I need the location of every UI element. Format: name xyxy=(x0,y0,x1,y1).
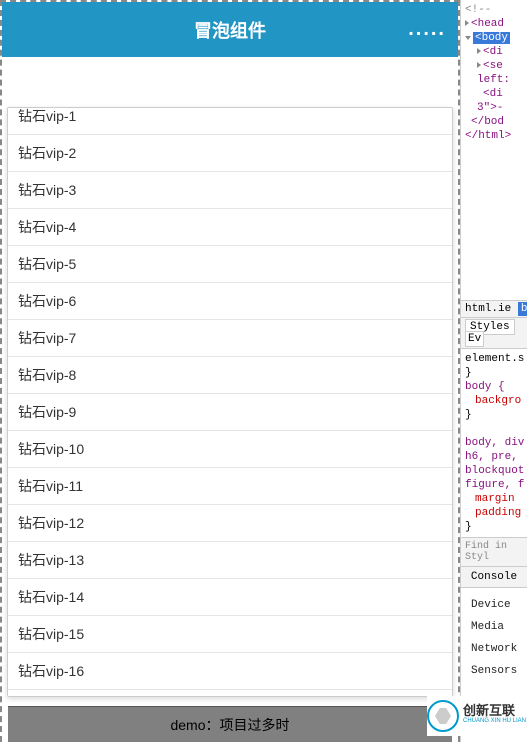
expand-icon[interactable] xyxy=(477,48,481,54)
list-item[interactable]: 钻石vip-7 xyxy=(8,320,452,357)
list-item[interactable]: 钻石vip-17 xyxy=(8,690,452,697)
dom-tree[interactable]: <!-- <head <body <di <se left: <di 3">- … xyxy=(461,0,527,300)
dom-node[interactable]: <body xyxy=(465,31,527,45)
css-selector[interactable]: body { xyxy=(465,380,523,394)
css-selector[interactable]: blockquot xyxy=(465,464,523,478)
css-property[interactable]: backgro xyxy=(465,394,523,408)
logo-text: 创新互联 CHUANG XIN HU LIAN xyxy=(463,705,526,727)
dom-node[interactable]: <di xyxy=(465,87,527,101)
list-item[interactable]: 钻石vip-13 xyxy=(8,542,452,579)
devtools-panel: <!-- <head <body <di <se left: <di 3">- … xyxy=(460,0,527,742)
list-item[interactable]: 钻石vip-5 xyxy=(8,246,452,283)
dom-node[interactable]: left: xyxy=(465,73,527,87)
breadcrumb-bar[interactable]: html.ie b xyxy=(461,300,527,318)
list-item[interactable]: 钻石vip-9 xyxy=(8,394,452,431)
footer-bar: demo：项目过多时 xyxy=(8,706,452,742)
dom-node[interactable]: <head xyxy=(465,17,527,31)
styles-pane[interactable]: element.s } body { backgro } body, div h… xyxy=(461,349,527,537)
logo-badge: 创新互联 CHUANG XIN HU LIAN xyxy=(427,696,527,736)
list-item[interactable]: 钻石vip-10 xyxy=(8,431,452,468)
drawer-item-media[interactable]: Media xyxy=(465,616,523,638)
list-item[interactable]: 钻石vip-14 xyxy=(8,579,452,616)
collapse-icon[interactable] xyxy=(465,36,471,40)
drawer-item-network[interactable]: Network xyxy=(465,638,523,660)
css-rule: } xyxy=(465,520,523,534)
footer-text: demo：项目过多时 xyxy=(170,715,289,735)
list-item[interactable]: 钻石vip-4 xyxy=(8,209,452,246)
list-item[interactable]: 钻石vip-8 xyxy=(8,357,452,394)
dom-node[interactable]: <!-- xyxy=(465,3,527,17)
css-selector[interactable]: figure, f xyxy=(465,478,523,492)
css-rule[interactable]: element.s xyxy=(465,352,523,366)
menu-dots-icon[interactable]: ..... xyxy=(408,18,446,41)
dom-node[interactable]: <di xyxy=(465,45,527,59)
tab-events[interactable]: Ev xyxy=(465,331,484,347)
breadcrumb-item[interactable]: html.ie xyxy=(465,303,511,315)
find-in-styles[interactable]: Find in Styl xyxy=(461,537,527,567)
list-item[interactable]: 钻石vip-11 xyxy=(8,468,452,505)
drawer-menu: Device Media Network Sensors xyxy=(461,588,527,688)
css-rule: } xyxy=(465,408,523,422)
css-rule: } xyxy=(465,366,523,380)
mobile-preview-frame: 冒泡组件 ..... 钻石vip-1钻石vip-2钻石vip-3钻石vip-4钻… xyxy=(0,0,460,742)
list-item[interactable]: 钻石vip-2 xyxy=(8,135,452,172)
dom-node[interactable]: 3">- xyxy=(465,101,527,115)
css-selector[interactable]: h6, pre, xyxy=(465,450,523,464)
item-list[interactable]: 钻石vip-1钻石vip-2钻石vip-3钻石vip-4钻石vip-5钻石vip… xyxy=(7,107,453,697)
list-item[interactable]: 钻石vip-15 xyxy=(8,616,452,653)
dom-node[interactable]: </bod xyxy=(465,115,527,129)
logo-icon xyxy=(427,700,459,732)
css-property[interactable]: padding xyxy=(465,506,523,520)
css-selector[interactable]: body, div xyxy=(465,436,523,450)
list-item[interactable]: 钻石vip-3 xyxy=(8,172,452,209)
drawer-item-device[interactable]: Device xyxy=(465,594,523,616)
list-item[interactable]: 钻石vip-12 xyxy=(8,505,452,542)
expand-icon[interactable] xyxy=(465,20,469,26)
list-item[interactable]: 钻石vip-16 xyxy=(8,653,452,690)
dom-node[interactable]: </html> xyxy=(465,129,527,143)
drawer-item-sensors[interactable]: Sensors xyxy=(465,660,523,682)
app-header: 冒泡组件 ..... xyxy=(2,2,458,57)
dom-node[interactable]: <se xyxy=(465,59,527,73)
expand-icon[interactable] xyxy=(477,62,481,68)
list-item[interactable]: 钻石vip-1 xyxy=(8,107,452,135)
list-item[interactable]: 钻石vip-6 xyxy=(8,283,452,320)
styles-tabs: Styles Ev xyxy=(461,318,527,349)
breadcrumb-item-active[interactable]: b xyxy=(518,302,527,316)
console-tab[interactable]: Console xyxy=(461,567,527,588)
header-title: 冒泡组件 xyxy=(194,17,266,43)
css-property[interactable]: margin xyxy=(465,492,523,506)
